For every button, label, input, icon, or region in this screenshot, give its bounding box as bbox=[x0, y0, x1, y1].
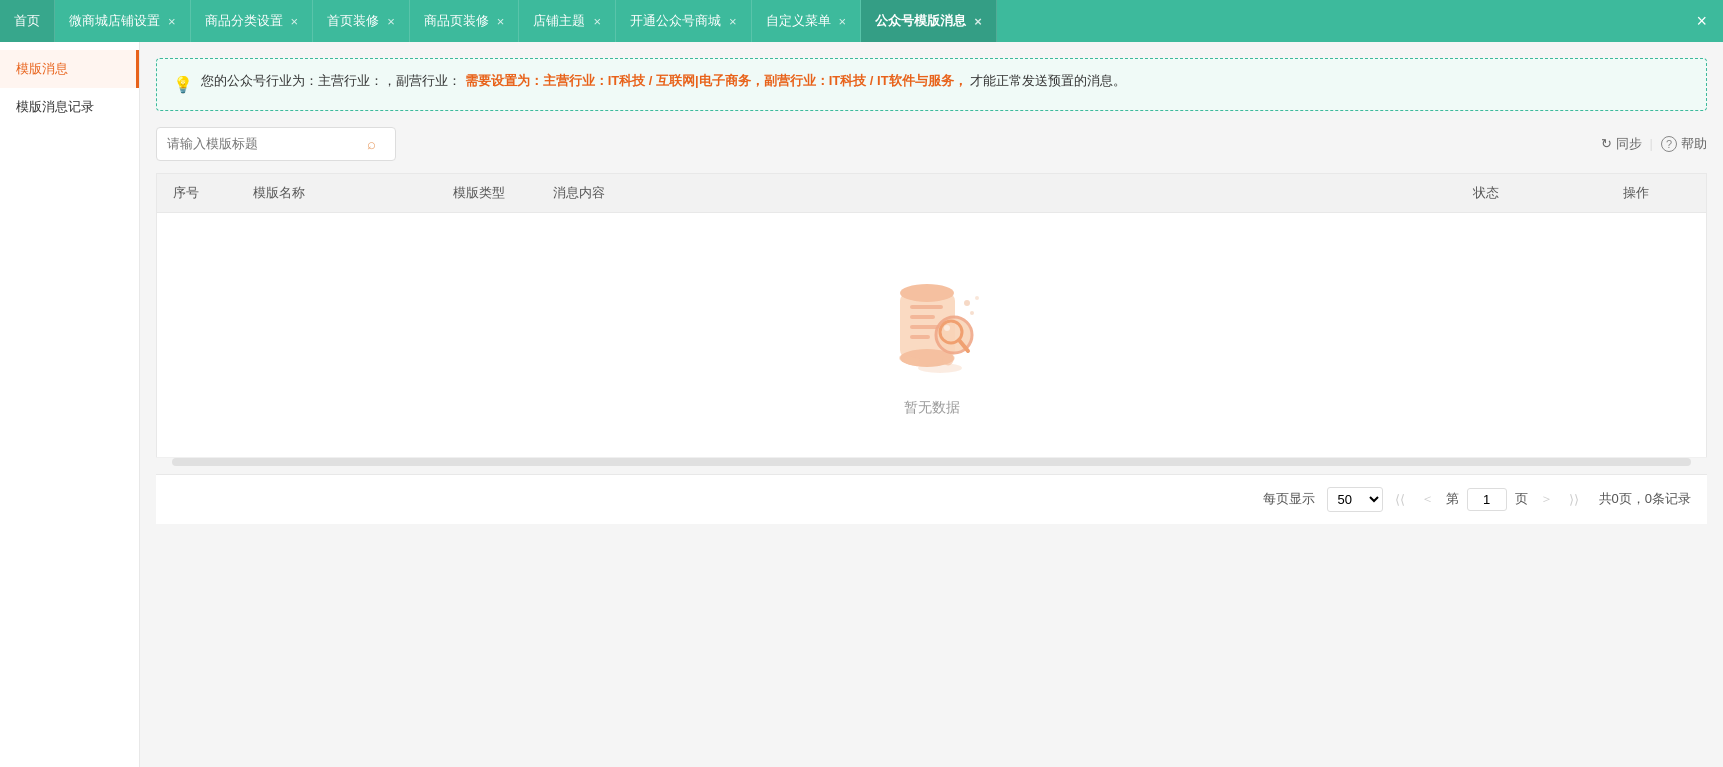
page-suffix: 页 bbox=[1515, 490, 1528, 508]
notice-icon: 💡 bbox=[173, 72, 193, 98]
svg-rect-6 bbox=[910, 325, 940, 329]
tab-product-decor-label: 商品页装修 bbox=[424, 12, 489, 30]
search-input[interactable] bbox=[167, 128, 367, 160]
close-product-decor[interactable]: × bbox=[497, 14, 505, 29]
sidebar-item-template-message-label: 模版消息 bbox=[16, 61, 68, 76]
table-empty-row: 暂无数据 bbox=[157, 212, 1707, 457]
search-icon[interactable]: ⌕ bbox=[367, 135, 376, 152]
close-category-settings[interactable]: × bbox=[291, 14, 299, 29]
svg-point-14 bbox=[975, 296, 979, 300]
tab-open-mall-label: 开通公众号商城 bbox=[630, 12, 721, 30]
toolbar-right: ↻ 同步 | ? 帮助 bbox=[1601, 135, 1707, 153]
first-page-button[interactable]: ⟨⟨ bbox=[1391, 490, 1409, 509]
col-header-action: 操作 bbox=[1607, 173, 1707, 212]
tab-category-settings-label: 商品分类设置 bbox=[205, 12, 283, 30]
page-size-label: 每页显示 bbox=[1263, 490, 1315, 508]
content-area: 💡 您的公众号行业为：主营行业：，副营行业： 需要设置为：主营行业：IT科技 /… bbox=[140, 42, 1723, 767]
pagination-bar: 每页显示 10 20 50 100 ⟨⟨ ＜ 第 页 ＞ ⟩⟩ 共0页，0条记录 bbox=[156, 474, 1707, 524]
help-button[interactable]: ? 帮助 bbox=[1661, 135, 1707, 153]
empty-state: 暂无数据 bbox=[173, 223, 1690, 447]
tab-store-settings[interactable]: 微商城店铺设置 × bbox=[55, 0, 191, 42]
help-label: 帮助 bbox=[1681, 135, 1707, 153]
main-layout: 模版消息 模版消息记录 💡 您的公众号行业为：主营行业：，副营行业： 需要设置为… bbox=[0, 42, 1723, 767]
tab-template-msg-label: 公众号模版消息 bbox=[875, 12, 966, 30]
sidebar-item-template-record-label: 模版消息记录 bbox=[16, 99, 94, 114]
search-bar: ⌕ ↻ 同步 | ? 帮助 bbox=[156, 127, 1707, 161]
toolbar-divider: | bbox=[1650, 136, 1653, 151]
svg-point-11 bbox=[944, 325, 950, 331]
sync-label: 同步 bbox=[1616, 135, 1642, 153]
search-input-wrap[interactable]: ⌕ bbox=[156, 127, 396, 161]
svg-point-15 bbox=[918, 363, 962, 373]
svg-point-2 bbox=[900, 284, 954, 302]
svg-point-12 bbox=[964, 300, 970, 306]
empty-text: 暂无数据 bbox=[173, 399, 1690, 417]
col-header-status: 状态 bbox=[1457, 173, 1607, 212]
top-nav-bar: 首页 微商城店铺设置 × 商品分类设置 × 首页装修 × 商品页装修 × 店铺主… bbox=[0, 0, 1723, 42]
tab-custom-menu[interactable]: 自定义菜单 × bbox=[752, 0, 862, 42]
page-size-select[interactable]: 10 20 50 100 bbox=[1327, 487, 1383, 512]
last-page-button[interactable]: ⟩⟩ bbox=[1565, 490, 1583, 509]
table-header-row: 序号 模版名称 模版类型 消息内容 状态 bbox=[157, 173, 1707, 212]
svg-rect-5 bbox=[910, 315, 935, 319]
sidebar: 模版消息 模版消息记录 bbox=[0, 42, 140, 767]
notice-prefix: 您的公众号行业为：主营行业：，副营行业： bbox=[201, 73, 461, 88]
close-template-msg[interactable]: × bbox=[974, 14, 982, 29]
table-container: 序号 模版名称 模版类型 消息内容 状态 bbox=[156, 173, 1707, 474]
tab-home-label: 首页 bbox=[14, 12, 40, 30]
global-close-button[interactable]: × bbox=[1680, 0, 1723, 42]
col-header-no: 序号 bbox=[157, 173, 237, 212]
tab-product-decor[interactable]: 商品页装修 × bbox=[410, 0, 520, 42]
svg-rect-4 bbox=[910, 305, 943, 309]
close-store-theme[interactable]: × bbox=[593, 14, 601, 29]
close-custom-menu[interactable]: × bbox=[839, 14, 847, 29]
prev-page-button[interactable]: ＜ bbox=[1417, 488, 1438, 510]
help-icon: ? bbox=[1661, 136, 1677, 152]
tab-store-theme[interactable]: 店铺主题 × bbox=[519, 0, 616, 42]
tab-open-mall[interactable]: 开通公众号商城 × bbox=[616, 0, 752, 42]
svg-point-13 bbox=[970, 311, 974, 315]
tab-template-msg[interactable]: 公众号模版消息 × bbox=[861, 0, 997, 42]
total-label: 共0页，0条记录 bbox=[1599, 490, 1691, 508]
next-page-button[interactable]: ＞ bbox=[1536, 488, 1557, 510]
tab-home[interactable]: 首页 bbox=[0, 0, 55, 42]
sync-button[interactable]: ↻ 同步 bbox=[1601, 135, 1642, 153]
tab-home-decor[interactable]: 首页装修 × bbox=[313, 0, 410, 42]
data-table: 序号 模版名称 模版类型 消息内容 状态 bbox=[156, 173, 1707, 458]
tab-category-settings[interactable]: 商品分类设置 × bbox=[191, 0, 314, 42]
tab-store-theme-label: 店铺主题 bbox=[533, 12, 585, 30]
sync-icon: ↻ bbox=[1601, 136, 1612, 151]
notice-banner: 💡 您的公众号行业为：主营行业：，副营行业： 需要设置为：主营行业：IT科技 /… bbox=[156, 58, 1707, 111]
close-store-settings[interactable]: × bbox=[168, 14, 176, 29]
page-prefix: 第 bbox=[1446, 490, 1459, 508]
sidebar-item-template-message[interactable]: 模版消息 bbox=[0, 50, 139, 88]
notice-text: 您的公众号行业为：主营行业：，副营行业： 需要设置为：主营行业：IT科技 / 互… bbox=[201, 71, 1690, 92]
close-open-mall[interactable]: × bbox=[729, 14, 737, 29]
horizontal-scrollbar[interactable] bbox=[172, 458, 1691, 466]
tab-custom-menu-label: 自定义菜单 bbox=[766, 12, 831, 30]
svg-rect-7 bbox=[910, 335, 930, 339]
close-home-decor[interactable]: × bbox=[387, 14, 395, 29]
sidebar-item-template-record[interactable]: 模版消息记录 bbox=[0, 88, 139, 126]
col-header-type: 模版类型 bbox=[437, 173, 537, 212]
tab-home-decor-label: 首页装修 bbox=[327, 12, 379, 30]
col-header-name: 模版名称 bbox=[237, 173, 437, 212]
tab-store-settings-label: 微商城店铺设置 bbox=[69, 12, 160, 30]
col-header-content: 消息内容 bbox=[537, 173, 1457, 212]
empty-svg bbox=[872, 263, 992, 383]
notice-suffix: 才能正常发送预置的消息。 bbox=[970, 73, 1126, 88]
empty-illustration bbox=[872, 263, 992, 383]
page-number-input[interactable] bbox=[1467, 488, 1507, 511]
notice-highlight: 需要设置为：主营行业：IT科技 / 互联网|电子商务，副营行业：IT科技 / I… bbox=[465, 73, 967, 88]
